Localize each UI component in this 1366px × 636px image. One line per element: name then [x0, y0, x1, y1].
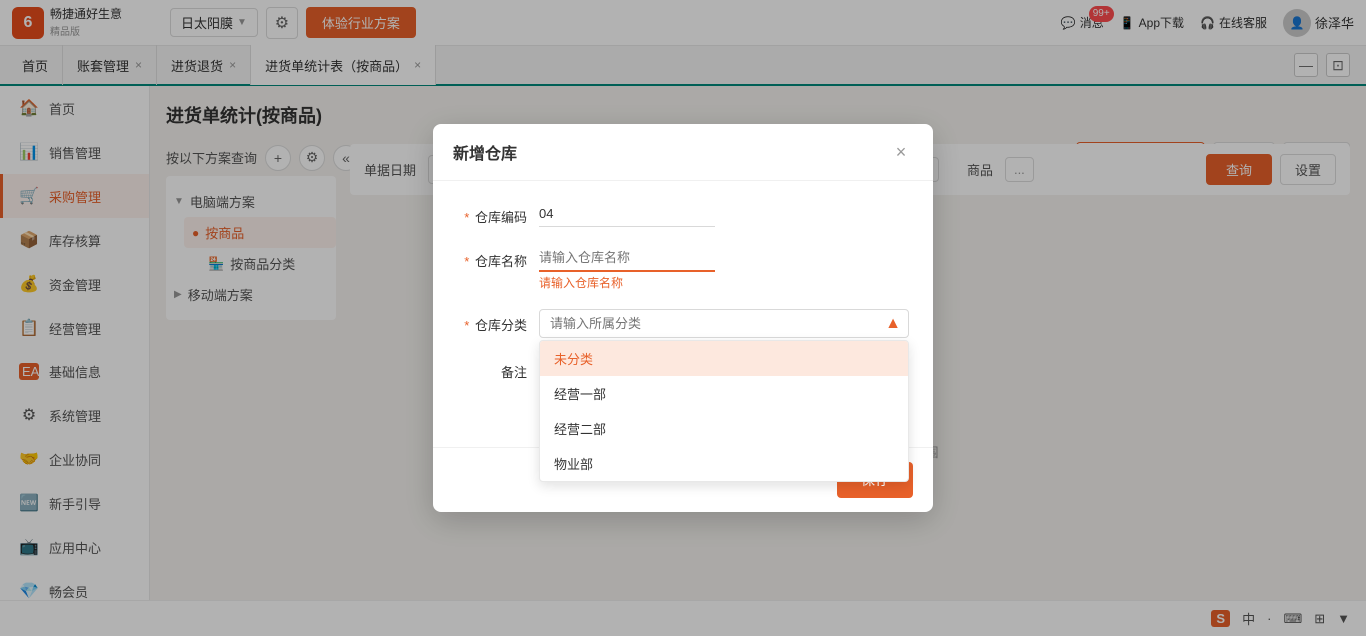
name-error-msg: 请输入仓库名称	[539, 274, 909, 291]
add-warehouse-modal: 新增仓库 × * 仓库编码 * 仓库名称	[433, 124, 933, 512]
dropdown-item-property[interactable]: 物业部	[540, 446, 908, 481]
form-row-name: * 仓库名称 请输入仓库名称	[457, 245, 909, 291]
modal-body: * 仓库编码 * 仓库名称 请输入仓库名称	[433, 181, 933, 447]
category-arrow-icon[interactable]: ▲	[885, 315, 901, 333]
category-input[interactable]	[539, 309, 909, 338]
modal-header: 新增仓库 ×	[433, 124, 933, 181]
name-input[interactable]	[539, 245, 715, 272]
modal-close-button[interactable]: ×	[889, 140, 913, 164]
dropdown-item-unclassified[interactable]: 未分类	[540, 341, 908, 376]
code-label: * 仓库编码	[457, 201, 527, 226]
category-dropdown: 未分类 经营一部 经营二部 物业部	[539, 340, 909, 482]
category-select-wrapper: ▲ 未分类 经营一部 经营二部 物业部	[539, 309, 909, 338]
dropdown-item-dept1[interactable]: 经营一部	[540, 376, 908, 411]
form-row-code: * 仓库编码	[457, 201, 909, 227]
name-label: * 仓库名称	[457, 245, 527, 270]
modal-title: 新增仓库	[453, 140, 517, 164]
dropdown-item-dept2[interactable]: 经营二部	[540, 411, 908, 446]
modal-overlay: 新增仓库 × * 仓库编码 * 仓库名称	[0, 0, 1366, 636]
notes-label: 备注	[457, 356, 527, 381]
category-label: * 仓库分类	[457, 309, 527, 334]
code-input[interactable]	[539, 201, 715, 227]
form-row-category: * 仓库分类 ▲ 未分类 经营一部 经营二部 物业部	[457, 309, 909, 338]
